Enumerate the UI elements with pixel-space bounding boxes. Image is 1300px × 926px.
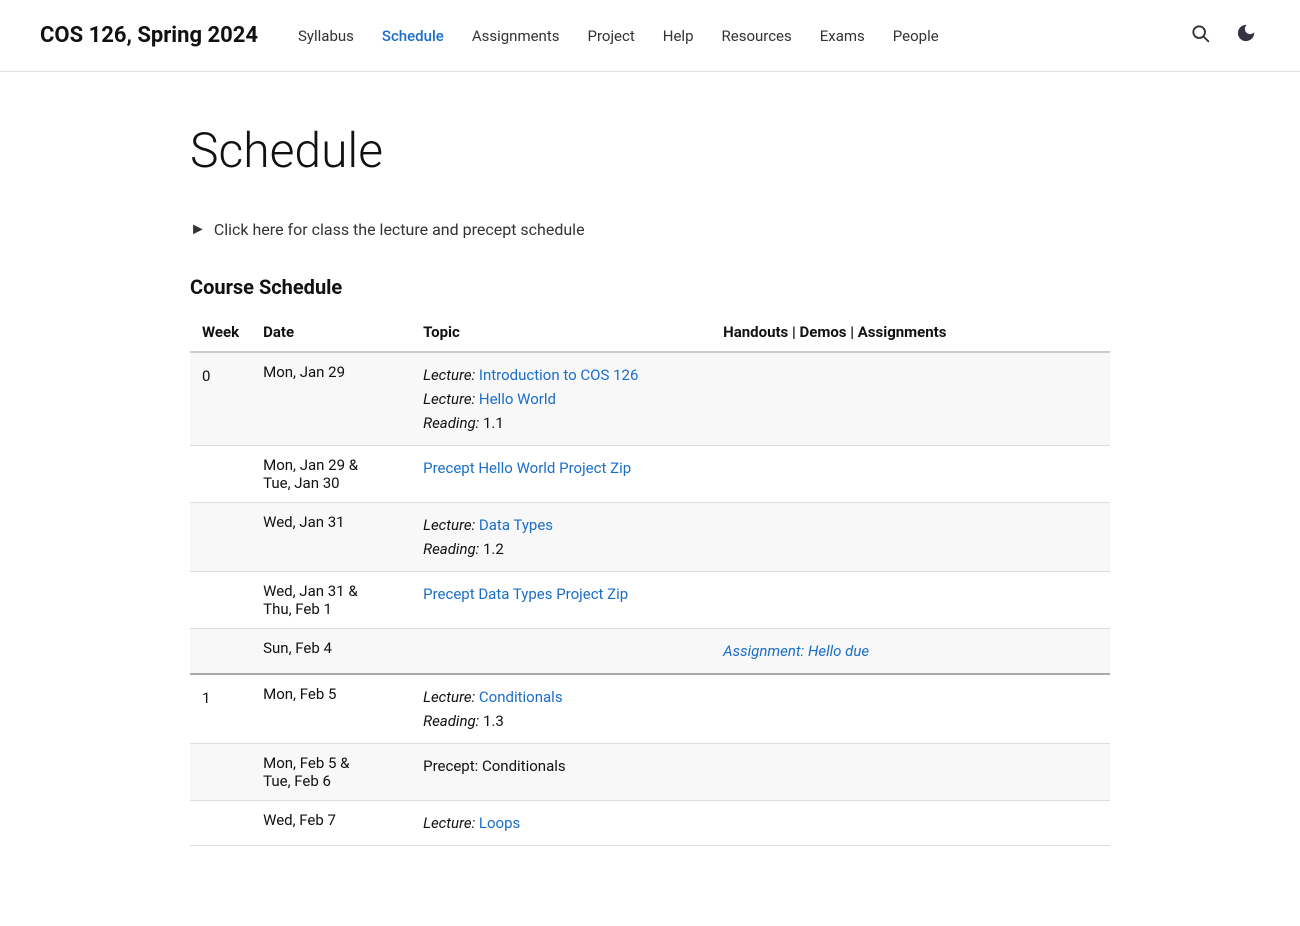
- table-row: Mon, Feb 5 &Tue, Feb 6 Precept: Conditio…: [190, 744, 1110, 801]
- topic-cell: Lecture: Loops: [411, 801, 711, 846]
- topic-cell: Precept Data Types Project Zip: [411, 572, 711, 629]
- topic-cell: Lecture: Introduction to COS 126 Lecture…: [411, 352, 711, 446]
- main-nav: Syllabus Schedule Assignments Project He…: [298, 27, 1186, 45]
- site-title: COS 126, Spring 2024: [40, 23, 258, 48]
- table-row: Sun, Feb 4 Assignment: Hello due: [190, 629, 1110, 675]
- dark-mode-button[interactable]: [1232, 19, 1260, 53]
- col-topic: Topic: [411, 315, 711, 352]
- week-cell: [190, 744, 251, 801]
- lecture-conditionals-link[interactable]: Conditionals: [479, 688, 563, 706]
- nav-people[interactable]: People: [893, 27, 939, 45]
- nav-help[interactable]: Help: [663, 27, 694, 45]
- handouts-cell: [711, 744, 1110, 801]
- nav-assignments[interactable]: Assignments: [472, 27, 560, 45]
- lecture-data-types-link[interactable]: Data Types: [479, 516, 553, 534]
- handouts-cell: [711, 352, 1110, 446]
- table-row: Wed, Jan 31 &Thu, Feb 1 Precept Data Typ…: [190, 572, 1110, 629]
- date-cell: Mon, Jan 29 &Tue, Jan 30: [251, 446, 411, 503]
- table-row: 0 Mon, Jan 29 Lecture: Introduction to C…: [190, 352, 1110, 446]
- topic-cell: Lecture: Data Types Reading: 1.2: [411, 503, 711, 572]
- col-week: Week: [190, 315, 251, 352]
- week-cell: 0: [190, 352, 251, 446]
- site-header: COS 126, Spring 2024 Syllabus Schedule A…: [0, 0, 1300, 72]
- nav-resources[interactable]: Resources: [722, 27, 792, 45]
- hello-due-link[interactable]: Hello due: [808, 642, 869, 660]
- table-body: 0 Mon, Jan 29 Lecture: Introduction to C…: [190, 352, 1110, 846]
- handouts-cell: [711, 801, 1110, 846]
- handouts-cell: Assignment: Hello due: [711, 629, 1110, 675]
- nav-exams[interactable]: Exams: [820, 27, 865, 45]
- week-cell: [190, 446, 251, 503]
- col-date: Date: [251, 315, 411, 352]
- table-row: Mon, Jan 29 &Tue, Jan 30 Precept Hello W…: [190, 446, 1110, 503]
- precept-data-types-link[interactable]: Precept Data Types Project Zip: [423, 585, 628, 603]
- main-content: Schedule ► Click here for class the lect…: [150, 72, 1150, 926]
- lecture-intro-link[interactable]: Introduction to COS 126: [479, 366, 639, 384]
- nav-schedule[interactable]: Schedule: [382, 27, 444, 45]
- date-cell: Mon, Feb 5: [251, 674, 411, 744]
- date-cell: Mon, Feb 5 &Tue, Feb 6: [251, 744, 411, 801]
- table-row: Wed, Jan 31 Lecture: Data Types Reading:…: [190, 503, 1110, 572]
- moon-icon: [1236, 23, 1256, 43]
- triangle-icon: ►: [190, 219, 206, 239]
- lecture-loops-link[interactable]: Loops: [479, 814, 520, 832]
- date-cell: Wed, Jan 31 &Thu, Feb 1: [251, 572, 411, 629]
- date-cell: Mon, Jan 29: [251, 352, 411, 446]
- handouts-cell: [711, 674, 1110, 744]
- week-cell: 1: [190, 674, 251, 744]
- week-cell: [190, 801, 251, 846]
- handouts-cell: [711, 446, 1110, 503]
- handouts-cell: [711, 503, 1110, 572]
- date-cell: Sun, Feb 4: [251, 629, 411, 675]
- course-schedule-heading: Course Schedule: [190, 275, 1110, 299]
- table-row: Wed, Feb 7 Lecture: Loops: [190, 801, 1110, 846]
- search-button[interactable]: [1186, 19, 1214, 53]
- date-cell: Wed, Jan 31: [251, 503, 411, 572]
- topic-cell: Precept Hello World Project Zip: [411, 446, 711, 503]
- precept-hello-world-link[interactable]: Precept Hello World Project Zip: [423, 459, 631, 477]
- collapsible-schedule-toggle[interactable]: ► Click here for class the lecture and p…: [190, 219, 1110, 239]
- course-schedule-table: Week Date Topic Handouts | Demos | Assig…: [190, 315, 1110, 846]
- date-cell: Wed, Feb 7: [251, 801, 411, 846]
- col-handouts: Handouts | Demos | Assignments: [711, 315, 1110, 352]
- week-cell: [190, 503, 251, 572]
- header-icons: [1186, 19, 1260, 53]
- collapsible-label[interactable]: Click here for class the lecture and pre…: [214, 220, 585, 239]
- topic-cell: Precept: Conditionals: [411, 744, 711, 801]
- nav-syllabus[interactable]: Syllabus: [298, 27, 354, 45]
- topic-cell: [411, 629, 711, 675]
- nav-project[interactable]: Project: [588, 27, 635, 45]
- topic-cell: Lecture: Conditionals Reading: 1.3: [411, 674, 711, 744]
- table-row: 1 Mon, Feb 5 Lecture: Conditionals Readi…: [190, 674, 1110, 744]
- week-cell: [190, 629, 251, 675]
- week-cell: [190, 572, 251, 629]
- handouts-cell: [711, 572, 1110, 629]
- table-header: Week Date Topic Handouts | Demos | Assig…: [190, 315, 1110, 352]
- lecture-hello-world-link[interactable]: Hello World: [479, 390, 556, 408]
- page-title: Schedule: [190, 122, 1110, 179]
- search-icon: [1190, 23, 1210, 43]
